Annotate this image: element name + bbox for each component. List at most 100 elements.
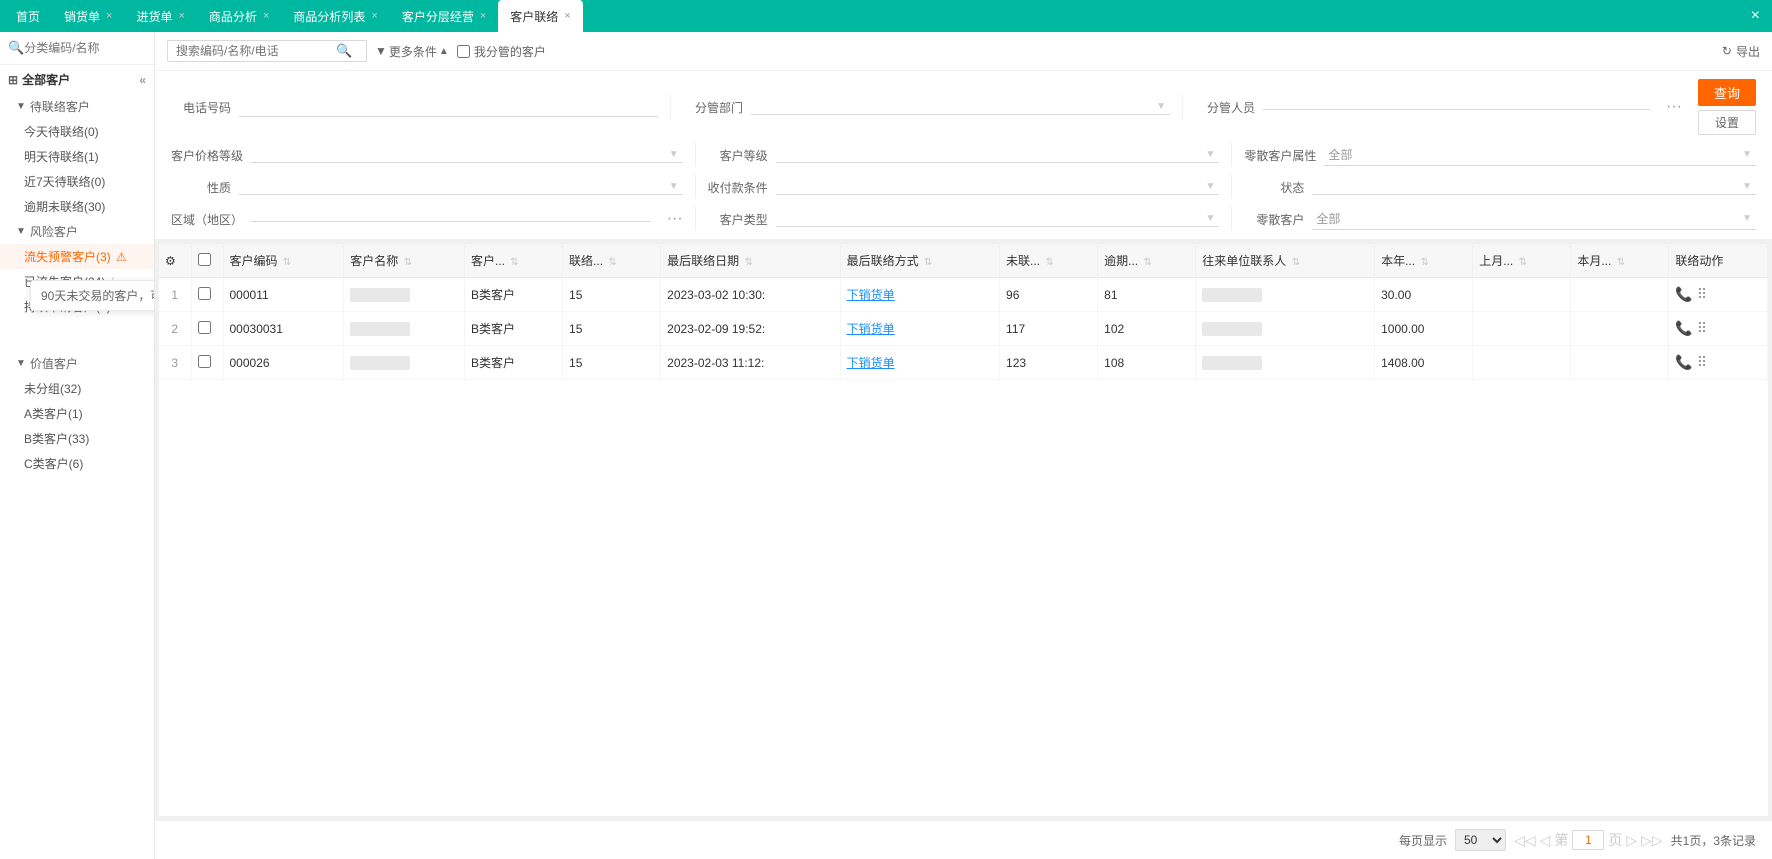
tab-customer-contact[interactable]: 客户联络 × <box>498 0 582 32</box>
page-size-select[interactable]: 50 100 <box>1455 829 1506 851</box>
col-name[interactable]: 客户名称 ⇅ <box>344 244 465 278</box>
close-icon[interactable]: × <box>564 10 570 22</box>
sidebar-item-ungroup[interactable]: 未分组(32) <box>0 376 154 401</box>
col-last-date[interactable]: 最后联络日期 ⇅ <box>661 244 840 278</box>
phone-input[interactable] <box>239 98 658 117</box>
col-last-month[interactable]: 上月... ⇅ <box>1473 244 1571 278</box>
contact-action-icon[interactable]: 📞 <box>1675 354 1692 371</box>
region-select[interactable] <box>251 217 651 222</box>
prev-page-button[interactable]: ◁ <box>1540 832 1551 849</box>
contact-action-icon[interactable]: 📞 <box>1675 320 1692 337</box>
sidebar-group-value[interactable]: ▼ 价值客户 <box>0 351 154 376</box>
tab-home[interactable]: 首页 <box>4 0 52 32</box>
tab-purchase[interactable]: 进货单 × <box>124 0 196 32</box>
arrow-icon: ▼ <box>16 226 26 237</box>
first-page-button[interactable]: ◁◁ <box>1514 832 1536 849</box>
next-page-button[interactable]: ▷ <box>1626 832 1637 849</box>
more-icon[interactable]: ··· <box>667 210 683 228</box>
select-all-checkbox[interactable] <box>198 253 211 266</box>
col-checkbox[interactable] <box>191 244 223 278</box>
close-icon[interactable]: × <box>371 10 377 22</box>
contact-way-link[interactable]: 下销货单 <box>847 356 895 370</box>
col-person[interactable]: 往来单位联系人 ⇅ <box>1196 244 1375 278</box>
more-icon[interactable]: ··· <box>1666 98 1682 116</box>
close-all-button[interactable]: × <box>1743 7 1768 25</box>
search-submit-icon[interactable]: 🔍 <box>336 43 352 59</box>
sidebar-item-overdue[interactable]: 逾期未联络(30) <box>0 194 154 219</box>
col-last-way[interactable]: 最后联络方式 ⇅ <box>840 244 999 278</box>
customer-type-select[interactable]: ▼ <box>776 211 1220 227</box>
settings-button[interactable]: 设置 <box>1698 110 1756 135</box>
payment-select[interactable]: ▼ <box>776 179 1220 195</box>
more-filter-button[interactable]: ▼ 更多条件 ▲ <box>375 43 449 60</box>
page-input[interactable] <box>1572 830 1604 850</box>
col-contact-count[interactable]: 联络... ⇅ <box>563 244 661 278</box>
grid-icon: ⊞ <box>8 73 18 87</box>
sidebar-item-tomorrow[interactable]: 明天待联络(1) <box>0 144 154 169</box>
contact-action-icon[interactable]: 📞 <box>1675 286 1692 303</box>
row-checkbox[interactable] <box>198 355 211 368</box>
sidebar-item-today[interactable]: 今天待联络(0) <box>0 119 154 144</box>
sidebar-group-risk[interactable]: ▼ 风险客户 <box>0 219 154 244</box>
row-contact-count: 15 <box>563 346 661 380</box>
contact-way-link[interactable]: 下销货单 <box>847 288 895 302</box>
person-select[interactable] <box>1263 105 1650 110</box>
last-page-button[interactable]: ▷▷ <box>1641 832 1663 849</box>
row-overdue: 108 <box>1098 346 1196 380</box>
export-button[interactable]: ↻ 导出 <box>1722 43 1760 60</box>
more-action-icon[interactable]: ⠿ <box>1697 286 1707 303</box>
search-input[interactable] <box>176 44 336 58</box>
nature-select[interactable]: ▼ <box>239 179 683 195</box>
row-checkbox-cell[interactable] <box>191 278 223 312</box>
col-level[interactable]: 客户... ⇅ <box>464 244 562 278</box>
tab-goods-analysis[interactable]: 商品分析 × <box>197 0 281 32</box>
col-this-month[interactable]: 本月... ⇅ <box>1571 244 1669 278</box>
sidebar-item-churn-warning[interactable]: 流失预警客户(3) ⚠ <box>0 244 154 269</box>
col-unlinked[interactable]: 未联... ⇅ <box>1000 244 1098 278</box>
close-icon[interactable]: × <box>106 10 112 22</box>
price-level-select[interactable]: ▼ <box>251 147 683 163</box>
tab-sales[interactable]: 销货单 × <box>52 0 124 32</box>
sidebar-item-b-class[interactable]: B类客户(33) <box>0 426 154 451</box>
row-checkbox-cell[interactable] <box>191 346 223 380</box>
tab-customer-tier[interactable]: 客户分层经营 × <box>390 0 498 32</box>
more-action-icon[interactable]: ⠿ <box>1697 354 1707 371</box>
dept-select[interactable]: ▼ <box>751 99 1170 115</box>
close-icon[interactable]: × <box>178 10 184 22</box>
close-icon[interactable]: × <box>480 10 486 22</box>
search-bar: 🔍 ▼ 更多条件 ▲ 我分管的客户 ↻ 导出 <box>155 32 1772 71</box>
more-action-icon[interactable]: ⠿ <box>1697 320 1707 337</box>
row-checkbox[interactable] <box>198 287 211 300</box>
col-settings[interactable]: ⚙ <box>159 244 191 278</box>
sidebar-item-c-class[interactable]: C类客户(6) <box>0 451 154 476</box>
row-last-way[interactable]: 下销货单 <box>840 346 999 380</box>
blurred-name <box>350 288 410 302</box>
row-checkbox[interactable] <box>198 321 211 334</box>
my-customer-check[interactable]: 我分管的客户 <box>457 43 546 60</box>
all-customers-header[interactable]: ⊞ 全部客户 « <box>0 65 154 94</box>
zero-customer-select[interactable]: 全部 ▼ <box>1312 208 1756 230</box>
my-customer-checkbox[interactable] <box>457 45 470 58</box>
status-select[interactable]: ▼ <box>1312 179 1756 195</box>
query-button[interactable]: 查询 <box>1698 79 1756 106</box>
col-overdue[interactable]: 逾期... ⇅ <box>1098 244 1196 278</box>
sidebar: 🔍 ⊞ 全部客户 « ▼ 待联络客户 今天待联络(0) 明天待联络(1) 近7天… <box>0 32 155 859</box>
tab-goods-analysis-list[interactable]: 商品分析列表 × <box>281 0 389 32</box>
row-checkbox-cell[interactable] <box>191 312 223 346</box>
row-last-way[interactable]: 下销货单 <box>840 278 999 312</box>
sidebar-item-7days[interactable]: 近7天待联络(0) <box>0 169 154 194</box>
sidebar-search-input[interactable] <box>24 41 155 55</box>
collapse-icon[interactable]: « <box>139 73 146 87</box>
sidebar-item-a-class[interactable]: A类客户(1) <box>0 401 154 426</box>
col-this-year[interactable]: 本年... ⇅ <box>1375 244 1473 278</box>
table-row: 2 00030031 B类客户 15 2023-02-09 19:52: 下销货… <box>159 312 1768 346</box>
contact-way-link[interactable]: 下销货单 <box>847 322 895 336</box>
sidebar-group-pending[interactable]: ▼ 待联络客户 <box>0 94 154 119</box>
row-last-way[interactable]: 下销货单 <box>840 312 999 346</box>
zero-attr-select[interactable]: 全部 ▼ <box>1324 144 1756 166</box>
filter-cell-zero-customer: 零散客户 全部 ▼ <box>1244 208 1756 230</box>
filter-cell-phone: 电话号码 <box>171 98 658 117</box>
customer-level-select[interactable]: ▼ <box>776 147 1220 163</box>
close-icon[interactable]: × <box>263 10 269 22</box>
col-code[interactable]: 客户编码 ⇅ <box>223 244 344 278</box>
